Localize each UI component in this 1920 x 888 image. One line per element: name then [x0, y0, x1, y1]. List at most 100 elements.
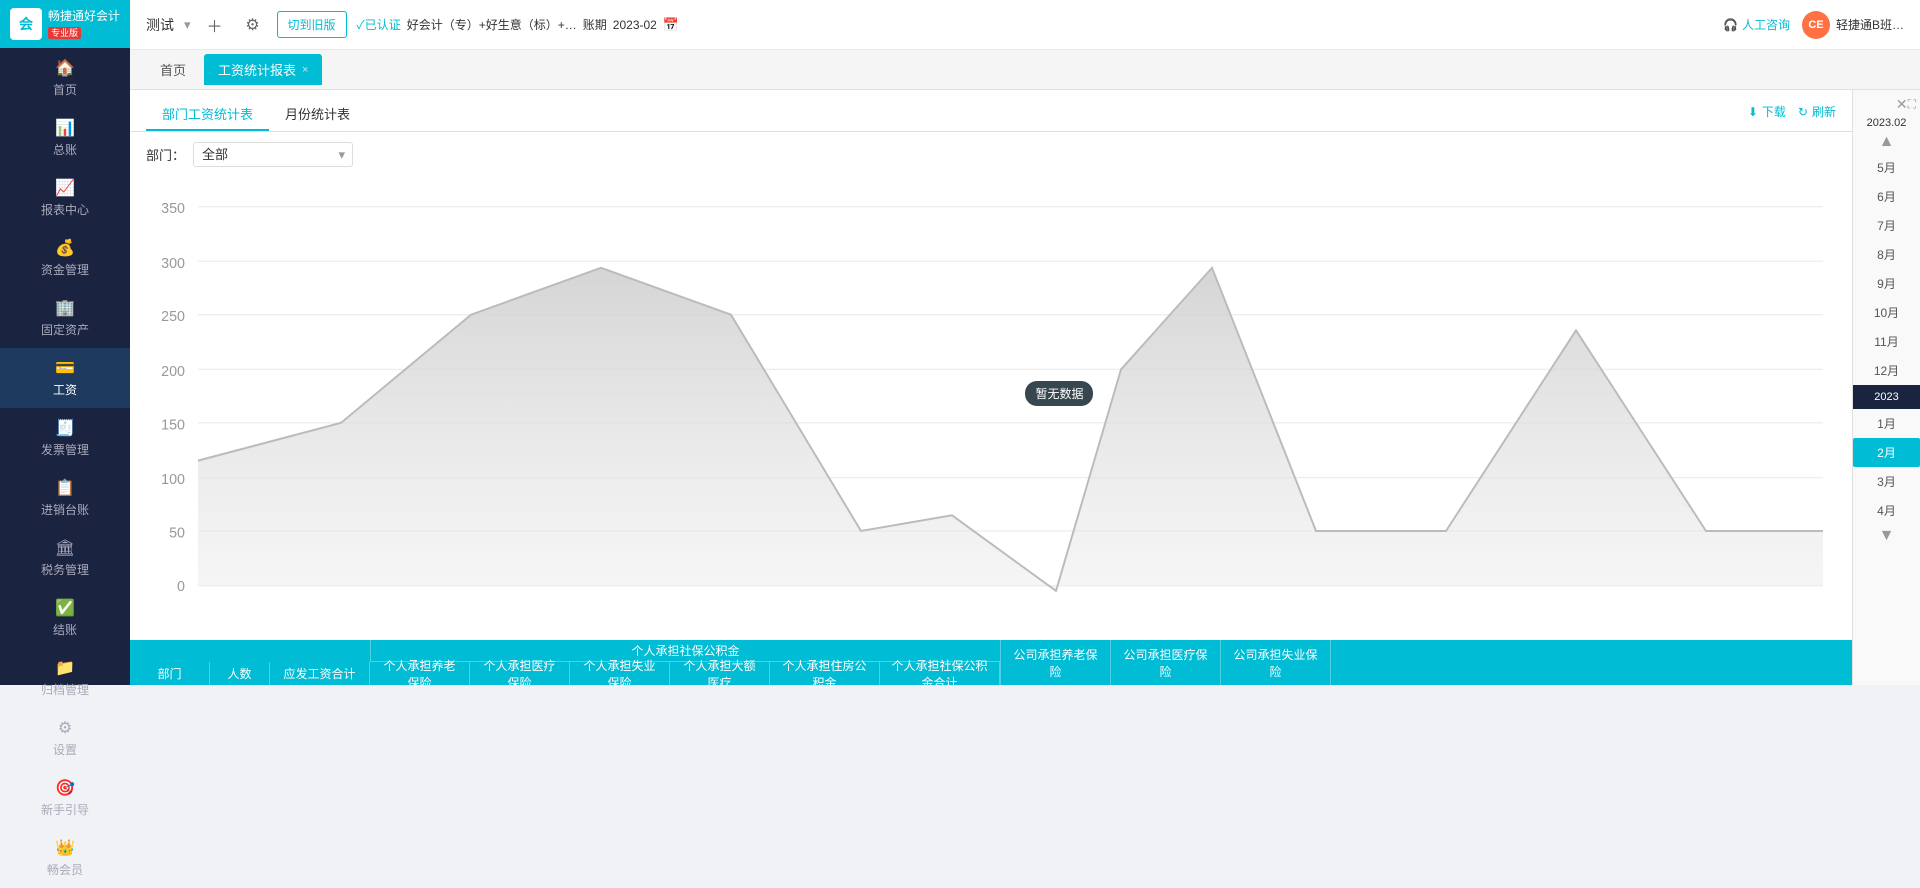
sidebar-item-reports[interactable]: 📈 报表中心 [0, 168, 130, 228]
sidebar-item-funds[interactable]: 💰资金管理 [0, 228, 130, 288]
svg-text:250: 250 [161, 309, 185, 325]
refresh-label: 刷新 [1812, 103, 1836, 120]
table-col-salary: 应发工资合计 [270, 662, 370, 685]
right-panel-close-btn[interactable]: ✕ [1896, 96, 1908, 113]
tabbar: 首页 工资统计报表 × [130, 50, 1920, 90]
settings-icon: ⚙ [58, 718, 72, 738]
table-col-pension-personal: 个人承担养老保险 [370, 662, 470, 685]
table-footer: 部门 人数 应发工资合计 [130, 640, 1852, 685]
salary-icon: 💳 [55, 358, 75, 378]
tab-close-btn[interactable]: × [302, 64, 308, 76]
reports-icon: 📈 [55, 178, 75, 198]
svg-text:350: 350 [161, 201, 185, 217]
avatar: CE [1802, 11, 1830, 39]
topbar-user[interactable]: CE 轻捷通B班… [1802, 11, 1904, 39]
table-col-medical-personal: 个人承担医疗保险 [470, 662, 570, 685]
sidebar-item-close[interactable]: ✅结账 [0, 588, 130, 648]
topbar-username: 轻捷通B班… [1836, 16, 1904, 33]
download-icon: ⬇ [1748, 105, 1758, 119]
topbar-period-value: 2023-02 [613, 18, 657, 32]
sidebar-item-home[interactable]: 🏠首页 [0, 48, 130, 108]
chart-area-fill [198, 268, 1823, 591]
sidebar-label-funds: 资金管理 [41, 261, 89, 278]
topbar-add-btn[interactable]: ＋ [201, 11, 229, 39]
logo-icon: 会 [10, 8, 42, 40]
svg-text:0: 0 [177, 579, 185, 595]
sidebar-label-settings: 设置 [53, 741, 77, 758]
sidebar-label-home: 首页 [53, 81, 77, 98]
sidebar-label-reports: 报表中心 [41, 201, 89, 218]
month-item-3[interactable]: 3月 [1853, 467, 1920, 496]
nav-down-arrow[interactable]: ▼ [1877, 525, 1897, 547]
topbar-certified: ✓已认证 [357, 16, 401, 33]
tab-salary-report[interactable]: 工资统计报表 × [204, 54, 322, 85]
sidebar-item-invoice[interactable]: 🧾发票管理 [0, 408, 130, 468]
month-item-4[interactable]: 4月 [1853, 496, 1920, 525]
topbar-period-label: 账期 [583, 16, 607, 33]
logo-badge: 专业版 [48, 27, 81, 39]
table-col-housing-personal: 个人承担住房公积金 [770, 662, 880, 685]
main-content: 测试 ▾ ＋ ⚙ 切到旧版 ✓已认证 好会计（专）+好生意（标）+… 账期 20… [130, 0, 1920, 685]
filter-dept-select[interactable]: 全部 销售部 财务部 人事部 技术部 [193, 142, 353, 167]
month-item-5[interactable]: 5月 [1853, 153, 1920, 182]
topbar-service-btn[interactable]: 🎧 人工咨询 [1723, 16, 1790, 33]
table-col-unemployment-company: 公司承担失业保险 [1221, 640, 1331, 685]
right-date-panel: ✕ ⛶ 2023.02 ▲ 5月 6月 7月 8月 9月 10月 11月 12月… [1852, 90, 1920, 685]
month-item-10[interactable]: 10月 [1853, 298, 1920, 327]
tab-home-label: 首页 [160, 60, 186, 79]
invoice-icon: 🧾 [55, 418, 75, 438]
tab-active-label: 工资统计报表 [218, 60, 296, 79]
nav-up-arrow[interactable]: ▲ [1877, 131, 1897, 153]
svg-text:50: 50 [169, 525, 185, 541]
month-item-12[interactable]: 12月 [1853, 356, 1920, 385]
sidebar-item-archive[interactable]: 📁归档管理 [0, 648, 130, 708]
sidebar-item-settings[interactable]: ⚙ 设置 [0, 708, 130, 768]
download-label: 下载 [1762, 103, 1786, 120]
sub-tab-dept[interactable]: 部门工资统计表 [146, 98, 269, 131]
download-btn[interactable]: ⬇ 下载 [1748, 103, 1786, 120]
month-item-1[interactable]: 1月 [1853, 409, 1920, 438]
month-item-8[interactable]: 8月 [1853, 240, 1920, 269]
month-item-11[interactable]: 11月 [1853, 327, 1920, 356]
month-item-6[interactable]: 6月 [1853, 182, 1920, 211]
sidebar-item-salary[interactable]: 💳 工资 [0, 348, 130, 408]
purchase-icon: 📋 [55, 478, 75, 498]
table-col-unemployment-personal: 个人承担失业保险 [570, 662, 670, 685]
current-period-label: 2023.02 [1867, 115, 1907, 131]
topbar-dropdown-arrow[interactable]: ▾ [184, 17, 191, 33]
sidebar-item-ledger[interactable]: 📊总账 [0, 108, 130, 168]
refresh-btn[interactable]: ↻ 刷新 [1798, 103, 1836, 120]
month-item-7[interactable]: 7月 [1853, 211, 1920, 240]
sidebar-item-tax[interactable]: 🏛税务管理 [0, 528, 130, 588]
month-item-2-active[interactable]: 2月 [1853, 438, 1920, 467]
sidebar: 会 畅捷通好会计 专业版 🏠首页📊总账📈报表中心💰资金管理🏢固定资产💳工资🧾发票… [0, 0, 130, 685]
tab-home[interactable]: 首页 [146, 54, 200, 85]
sub-tab-actions: ⬇ 下载 ↻ 刷新 [1748, 103, 1836, 126]
table-col-dept: 部门 [130, 662, 210, 685]
svg-text:300: 300 [161, 256, 185, 272]
svg-text:200: 200 [161, 364, 185, 380]
topbar-title: 测试 [146, 15, 174, 35]
month-item-9[interactable]: 9月 [1853, 269, 1920, 298]
topbar-settings-btn[interactable]: ⚙ [239, 11, 267, 39]
content-main: 部门工资统计表 月份统计表 ⬇ 下载 ↻ 刷新 [130, 90, 1852, 685]
right-panel-expand-btn[interactable]: ⛶ [1908, 96, 1916, 113]
sidebar-label-guide: 新手引导 [41, 801, 89, 818]
table-col-pension-company: 公司承担养老保险 [1001, 640, 1111, 685]
topbar: 测试 ▾ ＋ ⚙ 切到旧版 ✓已认证 好会计（专）+好生意（标）+… 账期 20… [130, 0, 1920, 50]
filter-dept-select-wrap: 全部 销售部 财务部 人事部 技术部 [193, 142, 353, 167]
sidebar-item-assets[interactable]: 🏢固定资产 [0, 288, 130, 348]
topbar-tags: ✓已认证 好会计（专）+好生意（标）+… 账期 2023-02 📅 [357, 16, 1713, 33]
sidebar-item-member[interactable]: 👑畅会员 [0, 828, 130, 888]
table-col-count: 人数 [210, 662, 270, 685]
table-col-medical-company: 公司承担医疗保险 [1111, 640, 1221, 685]
topbar-switch-btn[interactable]: 切到旧版 [277, 11, 347, 38]
sub-tab-month[interactable]: 月份统计表 [269, 98, 366, 131]
topbar-calendar-icon[interactable]: 📅 [663, 17, 679, 33]
ledger-icon: 📊 [55, 118, 75, 138]
sidebar-label-salary: 工资 [53, 381, 77, 398]
sidebar-item-guide[interactable]: 🎯新手引导 [0, 768, 130, 828]
topbar-right: 🎧 人工咨询 CE 轻捷通B班… [1723, 11, 1904, 39]
sidebar-item-purchase[interactable]: 📋 进销台账 [0, 468, 130, 528]
sidebar-label-purchase: 进销台账 [41, 501, 89, 518]
